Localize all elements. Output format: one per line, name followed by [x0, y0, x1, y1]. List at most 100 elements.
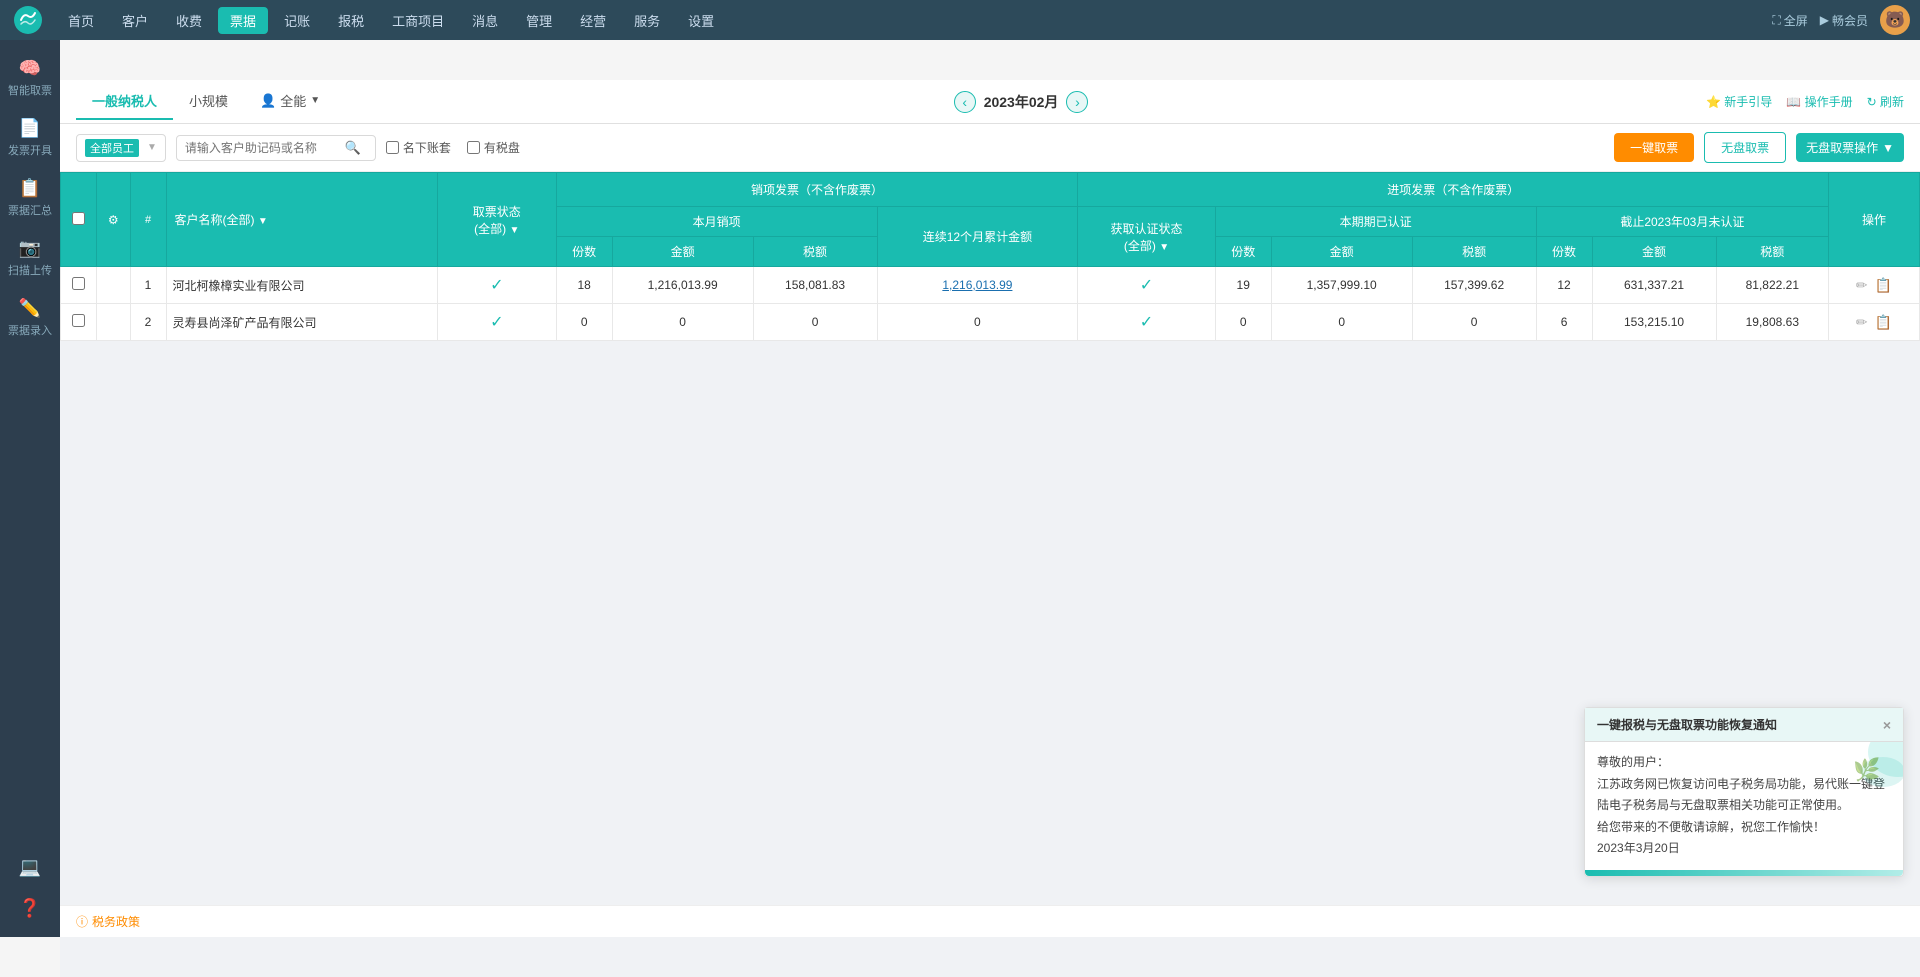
row-unconfirmed-tax: 19,808.63 [1716, 304, 1829, 341]
document-icon: 📄 [19, 118, 41, 139]
sidebar-item-invoice-open[interactable]: 📄 发票开具 [4, 110, 56, 166]
nav-manage[interactable]: 管理 [514, 7, 564, 34]
nav-home[interactable]: 首页 [56, 7, 106, 34]
row-sales-tax: 158,081.83 [753, 267, 877, 304]
th-purchase-group: 进项发票（不含作废票） [1078, 173, 1829, 207]
row-unconfirmed-amount: 153,215.10 [1592, 304, 1716, 341]
ticket-status-icon: ✓ [490, 277, 503, 294]
edit-icon: ✏️ [19, 298, 41, 319]
th-current-period-confirmed: 本期期已认证 [1215, 207, 1536, 237]
refresh-btn[interactable]: ↻ 刷新 [1867, 93, 1904, 110]
diskless-ticket-btn[interactable]: 无盘取票 [1704, 132, 1786, 163]
th-until-march-2023: 截止2023年03月未认证 [1536, 207, 1829, 237]
nav-business[interactable]: 工商项目 [380, 7, 456, 34]
confirm-status-icon: ✓ [1140, 277, 1153, 294]
row-ticket-status: ✓ [437, 267, 556, 304]
nav-bookkeeping[interactable]: 记账 [272, 7, 322, 34]
row-sales-amount: 0 [612, 304, 753, 341]
th-unconfirmed-amount: 金额 [1592, 237, 1716, 267]
brain-icon: 🧠 [19, 58, 41, 79]
avatar[interactable]: 🐻 [1880, 5, 1910, 35]
fullscreen-btn[interactable]: ⛶ 全屏 [1772, 12, 1807, 29]
manual-btn[interactable]: 📖 操作手册 [1786, 93, 1852, 110]
tab-right-actions: ⭐ 新手引导 📖 操作手册 ↻ 刷新 [1706, 93, 1904, 110]
consecutive-12-link[interactable]: 1,216,013.99 [942, 278, 1012, 292]
select-all-checkbox[interactable] [72, 212, 85, 225]
new-guide-btn[interactable]: ⭐ 新手引导 [1706, 93, 1772, 110]
nav-operation[interactable]: 经营 [568, 7, 618, 34]
diskless-operation-btn[interactable]: 无盘取票操作 ▼ [1796, 133, 1904, 162]
next-period-btn[interactable]: › [1066, 91, 1088, 113]
nav-invoice[interactable]: 票据 [218, 7, 268, 34]
th-num: # [130, 173, 166, 267]
notification-body: 尊敬的用户： 江苏政务网已恢复访问电子税务局功能，易代账一键登陆电子税务局与无盘… [1585, 742, 1903, 870]
nav-customer[interactable]: 客户 [110, 7, 160, 34]
help-icon: ❓ [19, 898, 41, 919]
member-btn[interactable]: ▶ 畅会员 [1820, 12, 1868, 29]
notification-close-btn[interactable]: × [1883, 717, 1891, 733]
sidebar-item-invoice-entry[interactable]: ✏️ 票据录入 [4, 290, 56, 346]
view-action-btn[interactable]: 📋 [1875, 314, 1892, 330]
nav-tax[interactable]: 报税 [326, 7, 376, 34]
row-unconfirmed-shares: 6 [1536, 304, 1592, 341]
checkbox-group: 名下账套 有税盘 [386, 139, 520, 156]
employee-select[interactable]: 全部员工 ▼ [76, 134, 166, 162]
search-input[interactable] [185, 141, 345, 155]
search-box: 🔍 [176, 135, 376, 161]
invoice-table-body: 1 河北柯橡樟实业有限公司 ✓ 18 1,216,013.99 158,081.… [61, 267, 1920, 341]
settings-icon[interactable]: ⚙ [108, 213, 119, 227]
row-confirmed-shares: 0 [1215, 304, 1271, 341]
row-num: 2 [130, 304, 166, 341]
tax-policy-link[interactable]: 税务政策 [92, 913, 140, 930]
row-checkbox-0[interactable] [72, 277, 85, 290]
prev-period-btn[interactable]: ‹ [954, 91, 976, 113]
row-checkbox-1[interactable] [72, 314, 85, 327]
app-logo [10, 2, 46, 38]
edit-action-btn[interactable]: ✏ [1856, 277, 1868, 293]
tab-general-taxpayer[interactable]: 一般纳税人 [76, 83, 173, 120]
th-checkbox [61, 173, 97, 267]
tax-policy-icon: ⓘ [76, 913, 88, 930]
employee-badge: 全部员工 [85, 139, 139, 157]
nav-settings[interactable]: 设置 [676, 7, 726, 34]
nav-message[interactable]: 消息 [460, 7, 510, 34]
th-consecutive-12: 连续12个月累计金额 [877, 207, 1078, 267]
th-unconfirmed-tax: 税额 [1716, 237, 1829, 267]
row-confirmed-amount: 0 [1271, 304, 1412, 341]
edit-action-btn[interactable]: ✏ [1856, 314, 1868, 330]
th-sales-tax: 税额 [753, 237, 877, 267]
th-settings: ⚙ [97, 173, 131, 267]
checkbox-my-accounts[interactable]: 名下账套 [386, 139, 451, 156]
one-key-ticket-btn[interactable]: 一键取票 [1614, 133, 1694, 162]
row-ticket-status: ✓ [437, 304, 556, 341]
sidebar: 🧠 智能取票 📄 发票开具 📋 票据汇总 📷 扫描上传 ✏️ 票据录入 💻 ❓ [0, 40, 60, 937]
has-tax-disk-checkbox[interactable] [467, 141, 480, 154]
ticket-status-icon: ✓ [490, 314, 503, 331]
nav-fee[interactable]: 收费 [164, 7, 214, 34]
user-icon: 👤 [260, 93, 276, 109]
sidebar-item-invoice-summary[interactable]: 📋 票据汇总 [4, 170, 56, 226]
tab-small-scale[interactable]: 小规模 [173, 83, 244, 120]
search-icon[interactable]: 🔍 [345, 140, 361, 156]
nav-service[interactable]: 服务 [622, 7, 672, 34]
book-icon: 📖 [1786, 95, 1801, 109]
dropdown-icon: ▼ [147, 142, 157, 153]
sidebar-item-help[interactable]: ❓ [4, 890, 56, 927]
member-icon: ▶ [1820, 13, 1829, 27]
th-confirm-status: 获取认证状态 (全部) ▼ [1078, 207, 1215, 267]
current-period: 2023年02月 [984, 92, 1059, 112]
my-accounts-checkbox[interactable] [386, 141, 399, 154]
notification-popup: 一键报税与无盘取票功能恢复通知 × 🌿 尊敬的用户： 江苏政务网已恢复访问电子税… [1584, 707, 1904, 877]
row-confirm-status: ✓ [1078, 267, 1215, 304]
row-confirm-status: ✓ [1078, 304, 1215, 341]
tab-all[interactable]: 👤 全能 ▼ [244, 83, 336, 120]
row-confirmed-tax: 157,399.62 [1412, 267, 1536, 304]
sidebar-item-pc[interactable]: 💻 [4, 849, 56, 886]
th-confirmed-amount: 金额 [1271, 237, 1412, 267]
view-action-btn[interactable]: 📋 [1875, 277, 1892, 293]
sidebar-item-scan-upload[interactable]: 📷 扫描上传 [4, 230, 56, 286]
sidebar-item-smart-ticket[interactable]: 🧠 智能取票 [4, 50, 56, 106]
tab-bar: 一般纳税人 小规模 👤 全能 ▼ ‹ 2023年02月 › ⭐ 新手引导 📖 操… [60, 80, 1920, 124]
checkbox-has-tax-disk[interactable]: 有税盘 [467, 139, 520, 156]
invoice-table-wrap: ⚙ # 客户名称(全部) ▼ 取票状态 (全部) ▼ 销项发票（不含作废票） 进… [60, 172, 1920, 341]
